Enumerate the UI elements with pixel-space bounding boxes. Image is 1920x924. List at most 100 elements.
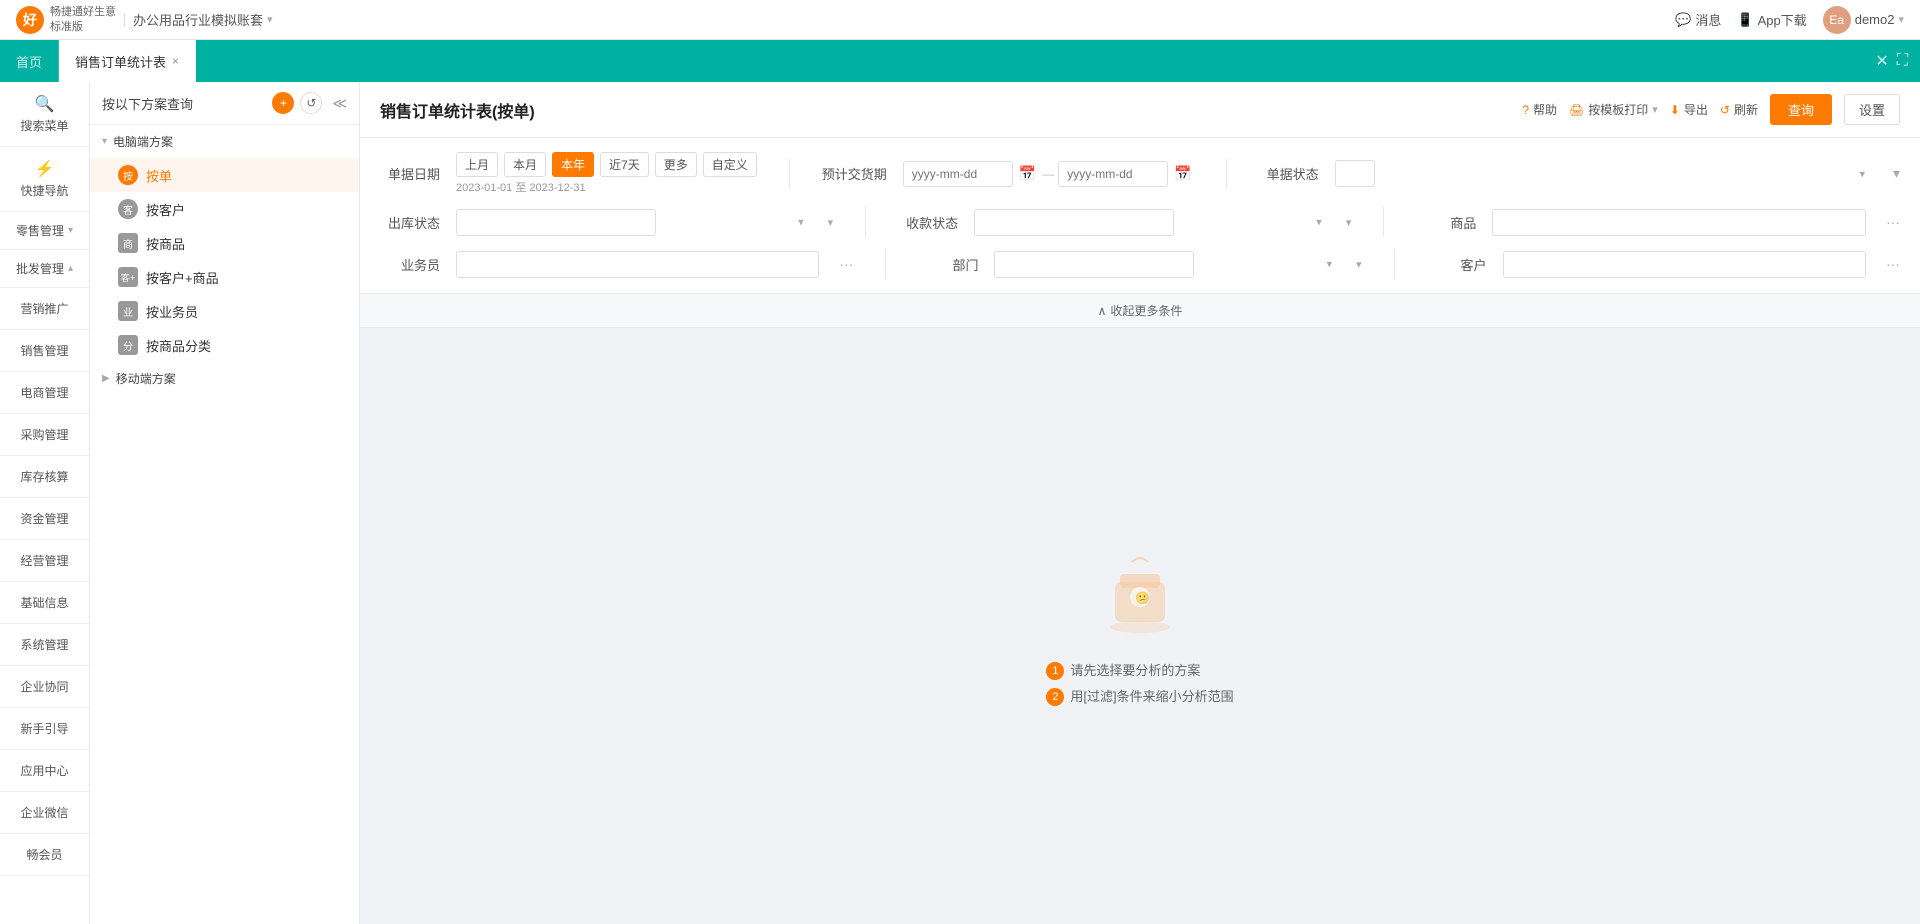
scheme-order-icon: 按 (118, 165, 138, 185)
tip-2-icon: 2 (1046, 688, 1064, 706)
sidebar-item-retail[interactable]: 零售管理 ▾ (0, 212, 89, 250)
export-btn[interactable]: ⬇ 导出 (1670, 101, 1708, 118)
dept-select[interactable] (994, 251, 1194, 278)
page-title: 销售订单统计表(按单) (380, 98, 535, 134)
scheme-goods-icon: 商 (118, 233, 138, 253)
filter-div1 (789, 159, 790, 189)
help-btn[interactable]: ? 帮助 (1522, 101, 1557, 118)
tab-close-icon[interactable]: × (172, 54, 179, 68)
shortcut-icon: ⚡ (35, 159, 55, 179)
scheme-item-by-category[interactable]: 分 按商品分类 (90, 328, 359, 362)
page-title-actions: ? 帮助 🖨 按模板打印 ▾ ⬇ 导出 ↺ 刷新 (1522, 94, 1900, 137)
logo-icon: 好 (16, 6, 44, 34)
filter-row-3: 业务员 ··· 部门 ▾ 客户 ··· (380, 249, 1900, 279)
date-custom-btn[interactable]: 自定义 (703, 152, 757, 177)
salesman-more-icon[interactable]: ··· (839, 256, 853, 272)
tab-sales-stat[interactable]: 销售订单统计表 × (59, 40, 196, 82)
scheme-group-mobile[interactable]: ▶ 移动端方案 (90, 362, 359, 395)
customer-more-icon[interactable]: ··· (1886, 256, 1900, 272)
wholesale-arrow-icon: ▴ (68, 263, 73, 274)
sidebar-item-finance[interactable]: 资金管理 (0, 498, 89, 540)
export-icon: ⬇ (1670, 103, 1680, 117)
calendar-end-icon[interactable]: 📅 (1172, 165, 1193, 182)
page-with-panel: 按以下方案查询 + ↺ ≪ ▾ 电脑端方案 按 按单 客 按客户 商 (90, 82, 1920, 924)
date-quick-group: 上月 本月 本年 近7天 更多 自定义 2023-01-01 至 2023-12… (456, 152, 757, 195)
scheme-item-by-order[interactable]: 按 按单 (90, 158, 359, 192)
scheme-item-by-salesman[interactable]: 业 按业务员 (90, 294, 359, 328)
scheme-item-by-customer[interactable]: 客 按客户 (90, 192, 359, 226)
customer-input[interactable] (1503, 251, 1866, 278)
sidebar-item-ecommerce[interactable]: 电商管理 (0, 372, 89, 414)
user-profile[interactable]: Ea demo2 ▾ (1823, 6, 1904, 34)
breadcrumb[interactable]: 办公用品行业模拟账套 ▾ (133, 10, 273, 29)
tab-home[interactable]: 首页 (0, 40, 59, 82)
date-this-month-btn[interactable]: 本月 (504, 152, 546, 177)
filter-div4 (1383, 207, 1384, 237)
sidebar-item-wholesale[interactable]: 批发管理 ▴ (0, 250, 89, 288)
delivery-label: 出库状态 (380, 213, 440, 232)
delivery-select-wrapper (456, 209, 812, 236)
goods-more-icon[interactable]: ··· (1886, 214, 1900, 230)
tab-bar-actions: ✕ ⛶ (1875, 51, 1920, 71)
scheme-item-by-customer-goods[interactable]: 客+ 按客户+商品 (90, 260, 359, 294)
settings-btn[interactable]: 设置 (1844, 94, 1900, 125)
scheme-collapse-btn[interactable]: ≪ (332, 95, 347, 112)
refresh-btn[interactable]: ↺ 刷新 (1720, 101, 1758, 118)
sidebar-item-app-center[interactable]: 应用中心 (0, 750, 89, 792)
sidebar-item-marketing[interactable]: 营销推广 (0, 288, 89, 330)
sidebar-item-sales[interactable]: 销售管理 (0, 330, 89, 372)
sidebar-item-membership[interactable]: 畅会员 (0, 834, 89, 876)
filter-div2 (1226, 159, 1227, 189)
salesman-input[interactable] (456, 251, 819, 278)
status-more-icon[interactable]: ▾ (1893, 165, 1900, 182)
logo-area: 好 畅捷通好生意 标准版 (16, 5, 116, 34)
download-icon: 📱 (1737, 12, 1753, 28)
header-left: 好 畅捷通好生意 标准版 办公用品行业模拟账套 ▾ (16, 5, 273, 34)
sidebar-item-system[interactable]: 系统管理 (0, 624, 89, 666)
sidebar-item-search[interactable]: 🔍 搜索菜单 (0, 82, 89, 147)
main-content: 销售订单统计表(按单) ? 帮助 🖨 按模板打印 ▾ ⬇ 导出 (360, 82, 1920, 924)
status-select-wrapper (1335, 160, 1873, 187)
refresh-icon: ↺ (1720, 103, 1730, 117)
empty-state: 😕 1 请先选择要分析的方案 2 用[过滤]条件来缩小分析范围 (360, 328, 1920, 924)
delivery-select[interactable] (456, 209, 656, 236)
sidebar-item-purchase[interactable]: 采购管理 (0, 414, 89, 456)
message-btn[interactable]: 💬 消息 (1675, 10, 1721, 29)
scheme-add-btn[interactable]: + (272, 92, 294, 114)
expected-date-start[interactable] (903, 161, 1013, 187)
scheme-item-by-goods[interactable]: 商 按商品 (90, 226, 359, 260)
sidebar-item-operations[interactable]: 经营管理 (0, 540, 89, 582)
status-select[interactable] (1335, 160, 1375, 187)
print-btn[interactable]: 🖨 按模板打印 ▾ (1569, 101, 1658, 118)
date-more-btn[interactable]: 更多 (655, 152, 697, 177)
tab-close-window-icon[interactable]: ✕ (1875, 51, 1888, 71)
header-sep (124, 13, 125, 27)
print-icon: 🖨 (1569, 103, 1584, 117)
sidebar-item-enterprise[interactable]: 企业协同 (0, 666, 89, 708)
collapse-bar[interactable]: ∧ 收起更多条件 (360, 294, 1920, 328)
payment-select[interactable] (974, 209, 1174, 236)
sidebar-item-basic-info[interactable]: 基础信息 (0, 582, 89, 624)
salesman-label: 业务员 (380, 255, 440, 274)
goods-input[interactable] (1492, 209, 1866, 236)
breadcrumb-chevron: ▾ (267, 13, 273, 26)
date-this-year-btn[interactable]: 本年 (552, 152, 594, 177)
sidebar-item-shortcut[interactable]: ⚡ 快捷导航 (0, 147, 89, 212)
expected-date-end[interactable] (1058, 161, 1168, 187)
calendar-start-icon[interactable]: 📅 (1017, 165, 1038, 182)
app-download-btn[interactable]: 📱 App下载 (1737, 10, 1806, 29)
tab-expand-icon[interactable]: ⛶ (1897, 52, 1908, 70)
sidebar-item-newbie[interactable]: 新手引导 (0, 708, 89, 750)
search-btn[interactable]: 查询 (1770, 94, 1832, 125)
scheme-panel: 按以下方案查询 + ↺ ≪ ▾ 电脑端方案 按 按单 客 按客户 商 (90, 82, 360, 924)
date-7days-btn[interactable]: 近7天 (600, 152, 649, 177)
filter-div3 (865, 207, 866, 237)
filter-row-2: 出库状态 ▾ 收款状态 ▾ (380, 207, 1900, 237)
date-last-month-btn[interactable]: 上月 (456, 152, 498, 177)
scheme-refresh-btn[interactable]: ↺ (300, 92, 322, 114)
sidebar-item-inventory[interactable]: 库存核算 (0, 456, 89, 498)
sidebar-item-enterprise-wechat[interactable]: 企业微信 (0, 792, 89, 834)
message-icon: 💬 (1675, 12, 1691, 28)
scheme-group-desktop[interactable]: ▾ 电脑端方案 (90, 125, 359, 158)
expected-date-label: 预计交货期 (822, 164, 887, 183)
